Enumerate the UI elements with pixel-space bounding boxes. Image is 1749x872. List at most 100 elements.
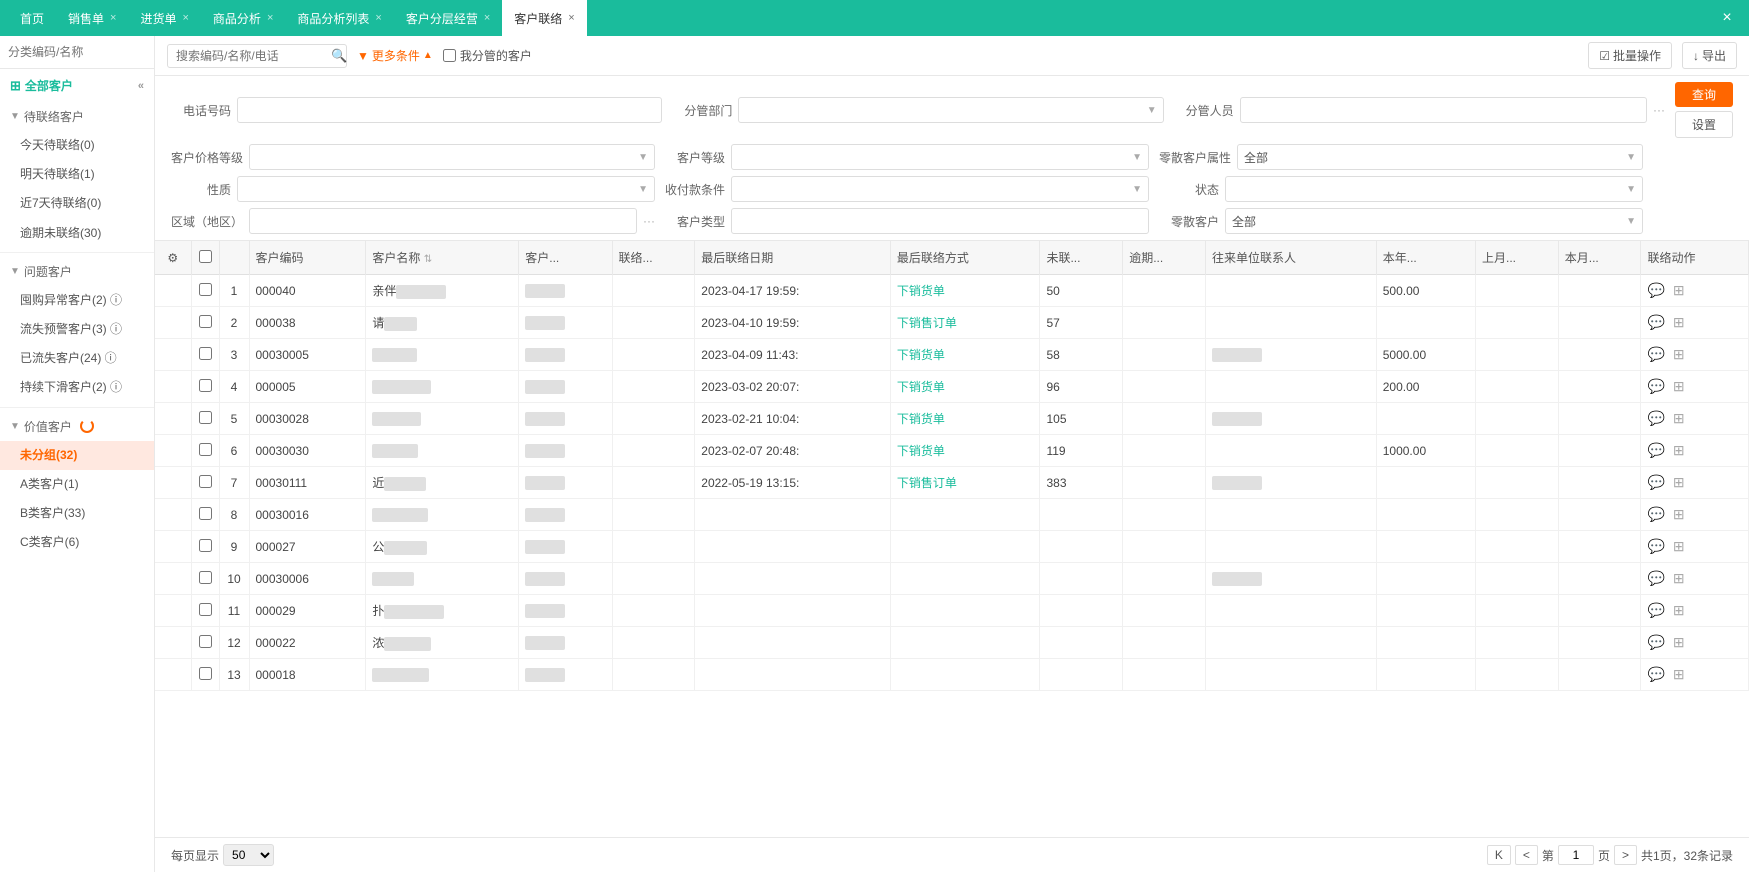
action-chat-icon[interactable]: 💬 (1647, 634, 1664, 651)
page-first-button[interactable]: K (1487, 845, 1511, 865)
row-checkbox[interactable] (199, 315, 212, 328)
sidebar-search-input[interactable] (8, 45, 155, 59)
action-chat-icon[interactable]: 💬 (1647, 666, 1664, 683)
close-product-list-icon[interactable]: × (375, 12, 381, 24)
sidebar-collapse-icon[interactable]: « (138, 80, 144, 92)
action-chat-icon[interactable]: 💬 (1647, 538, 1664, 555)
page-prev-button[interactable]: < (1515, 845, 1538, 865)
sidebar-item-today-pending[interactable]: 今天待联络(0) (0, 131, 154, 160)
action-grid-icon[interactable]: ⊞ (1673, 314, 1685, 331)
row-checkbox[interactable] (199, 347, 212, 360)
sidebar-item-c-class[interactable]: C类客户(6) (0, 528, 154, 557)
action-grid-icon[interactable]: ⊞ (1673, 602, 1685, 619)
close-sales-icon[interactable]: × (110, 12, 116, 24)
action-grid-icon[interactable]: ⊞ (1673, 506, 1685, 523)
reset-button[interactable]: 设置 (1675, 111, 1733, 138)
nav-customer-segment[interactable]: 客户分层经营 × (394, 0, 502, 36)
th-type[interactable]: 客户... (519, 241, 612, 275)
th-settings[interactable]: ⚙ (155, 241, 191, 275)
page-next-button[interactable]: > (1614, 845, 1637, 865)
row-last-type-link[interactable]: 下销货单 (897, 284, 945, 298)
action-grid-icon[interactable]: ⊞ (1673, 346, 1685, 363)
action-chat-icon[interactable]: 💬 (1647, 314, 1664, 331)
action-grid-icon[interactable]: ⊞ (1673, 378, 1685, 395)
manager-select[interactable] (1240, 97, 1647, 123)
page-size-select[interactable]: 50 20 100 (223, 844, 274, 866)
action-grid-icon[interactable]: ⊞ (1673, 410, 1685, 427)
sidebar-item-overdue-contact[interactable]: 逾期未联络(30) (0, 219, 154, 248)
nature-select[interactable]: ▼ (237, 176, 655, 202)
filter-search-input[interactable] (176, 49, 331, 63)
nav-customer-contact[interactable]: 客户联络 × (502, 0, 586, 36)
my-customers-checkbox[interactable] (443, 49, 456, 62)
row-checkbox[interactable] (199, 443, 212, 456)
row-last-type-link[interactable]: 下销货单 (897, 380, 945, 394)
th-overdue[interactable]: 逾期... (1123, 241, 1206, 275)
action-chat-icon[interactable]: 💬 (1647, 602, 1664, 619)
nav-product-list[interactable]: 商品分析列表 × (285, 0, 393, 36)
dept-select[interactable]: ▼ (738, 97, 1163, 123)
sidebar-item-b-class[interactable]: B类客户(33) (0, 499, 154, 528)
action-chat-icon[interactable]: 💬 (1647, 570, 1664, 587)
th-this-month[interactable]: 本月... (1558, 241, 1641, 275)
th-last-month[interactable]: 上月... (1475, 241, 1558, 275)
th-contact[interactable]: 联络... (612, 241, 695, 275)
row-checkbox[interactable] (199, 539, 212, 552)
payment-select[interactable]: ▼ (731, 176, 1149, 202)
row-last-type-link[interactable]: 下销货单 (897, 444, 945, 458)
action-grid-icon[interactable]: ⊞ (1673, 570, 1685, 587)
close-purchase-icon[interactable]: × (182, 12, 188, 24)
row-last-type-link[interactable]: 下销货单 (897, 348, 945, 362)
action-grid-icon[interactable]: ⊞ (1673, 666, 1685, 683)
export-button[interactable]: ↓ 导出 (1682, 42, 1737, 69)
sidebar-item-ungrouped[interactable]: 未分组(32) (0, 441, 154, 470)
row-last-type-link[interactable]: 下销售订单 (897, 316, 957, 330)
nav-purchase[interactable]: 进货单 × (128, 0, 200, 36)
th-no-contact[interactable]: 未联... (1040, 241, 1123, 275)
action-grid-icon[interactable]: ⊞ (1673, 282, 1685, 299)
th-last-date[interactable]: 最后联络日期 (695, 241, 891, 275)
row-checkbox[interactable] (199, 507, 212, 520)
retail-customer-select[interactable]: 全部 ▼ (1225, 208, 1643, 234)
sidebar-item-lost[interactable]: 已流失客户(24) ⓘ (0, 344, 154, 373)
row-checkbox[interactable] (199, 379, 212, 392)
th-this-year[interactable]: 本年... (1376, 241, 1475, 275)
action-grid-icon[interactable]: ⊞ (1673, 634, 1685, 651)
refresh-icon[interactable] (80, 419, 94, 433)
close-product-analysis-icon[interactable]: × (267, 12, 273, 24)
nav-product-analysis[interactable]: 商品分析 × (201, 0, 285, 36)
sidebar-group-pending[interactable]: ▼ 待联络客户 (0, 102, 154, 131)
nav-home[interactable]: 首页 (8, 0, 56, 36)
row-checkbox[interactable] (199, 475, 212, 488)
row-checkbox[interactable] (199, 411, 212, 424)
close-customer-contact-icon[interactable]: × (568, 12, 574, 24)
action-chat-icon[interactable]: 💬 (1647, 282, 1664, 299)
row-checkbox[interactable] (199, 603, 212, 616)
action-grid-icon[interactable]: ⊞ (1673, 474, 1685, 491)
sidebar-item-7day-pending[interactable]: 近7天待联络(0) (0, 189, 154, 218)
sidebar-item-abnormal[interactable]: 囤购异常客户(2) ⓘ (0, 286, 154, 315)
all-customers-header[interactable]: ⊞ 全部客户 « (0, 69, 154, 102)
action-chat-icon[interactable]: 💬 (1647, 442, 1664, 459)
sidebar-item-churn-warning[interactable]: 流失预警客户(3) ⓘ (0, 315, 154, 344)
th-unit-contact[interactable]: 往来单位联系人 (1205, 241, 1376, 275)
customer-level-select[interactable]: ▼ (731, 144, 1149, 170)
th-name[interactable]: 客户名称 ⇅ (366, 241, 519, 275)
sidebar-item-declining[interactable]: 持续下滑客户(2) ⓘ (0, 373, 154, 402)
row-checkbox[interactable] (199, 667, 212, 680)
window-close-button[interactable]: × (1713, 4, 1741, 32)
filter-search-icon[interactable]: 🔍 (331, 48, 347, 64)
nav-sales[interactable]: 销售单 × (56, 0, 128, 36)
sidebar-item-tomorrow-pending[interactable]: 明天待联络(1) (0, 160, 154, 189)
action-chat-icon[interactable]: 💬 (1647, 346, 1664, 363)
batch-operation-button[interactable]: ☑ 批量操作 (1588, 42, 1672, 69)
page-number-input[interactable] (1558, 845, 1594, 865)
sidebar-item-a-class[interactable]: A类客户(1) (0, 470, 154, 499)
query-button[interactable]: 查询 (1675, 82, 1733, 107)
retail-attr-select[interactable]: 全部 ▼ (1237, 144, 1643, 170)
action-chat-icon[interactable]: 💬 (1647, 410, 1664, 427)
price-level-select[interactable]: ▼ (249, 144, 655, 170)
row-checkbox[interactable] (199, 283, 212, 296)
select-all-checkbox[interactable] (199, 250, 212, 263)
region-select[interactable] (249, 208, 637, 234)
